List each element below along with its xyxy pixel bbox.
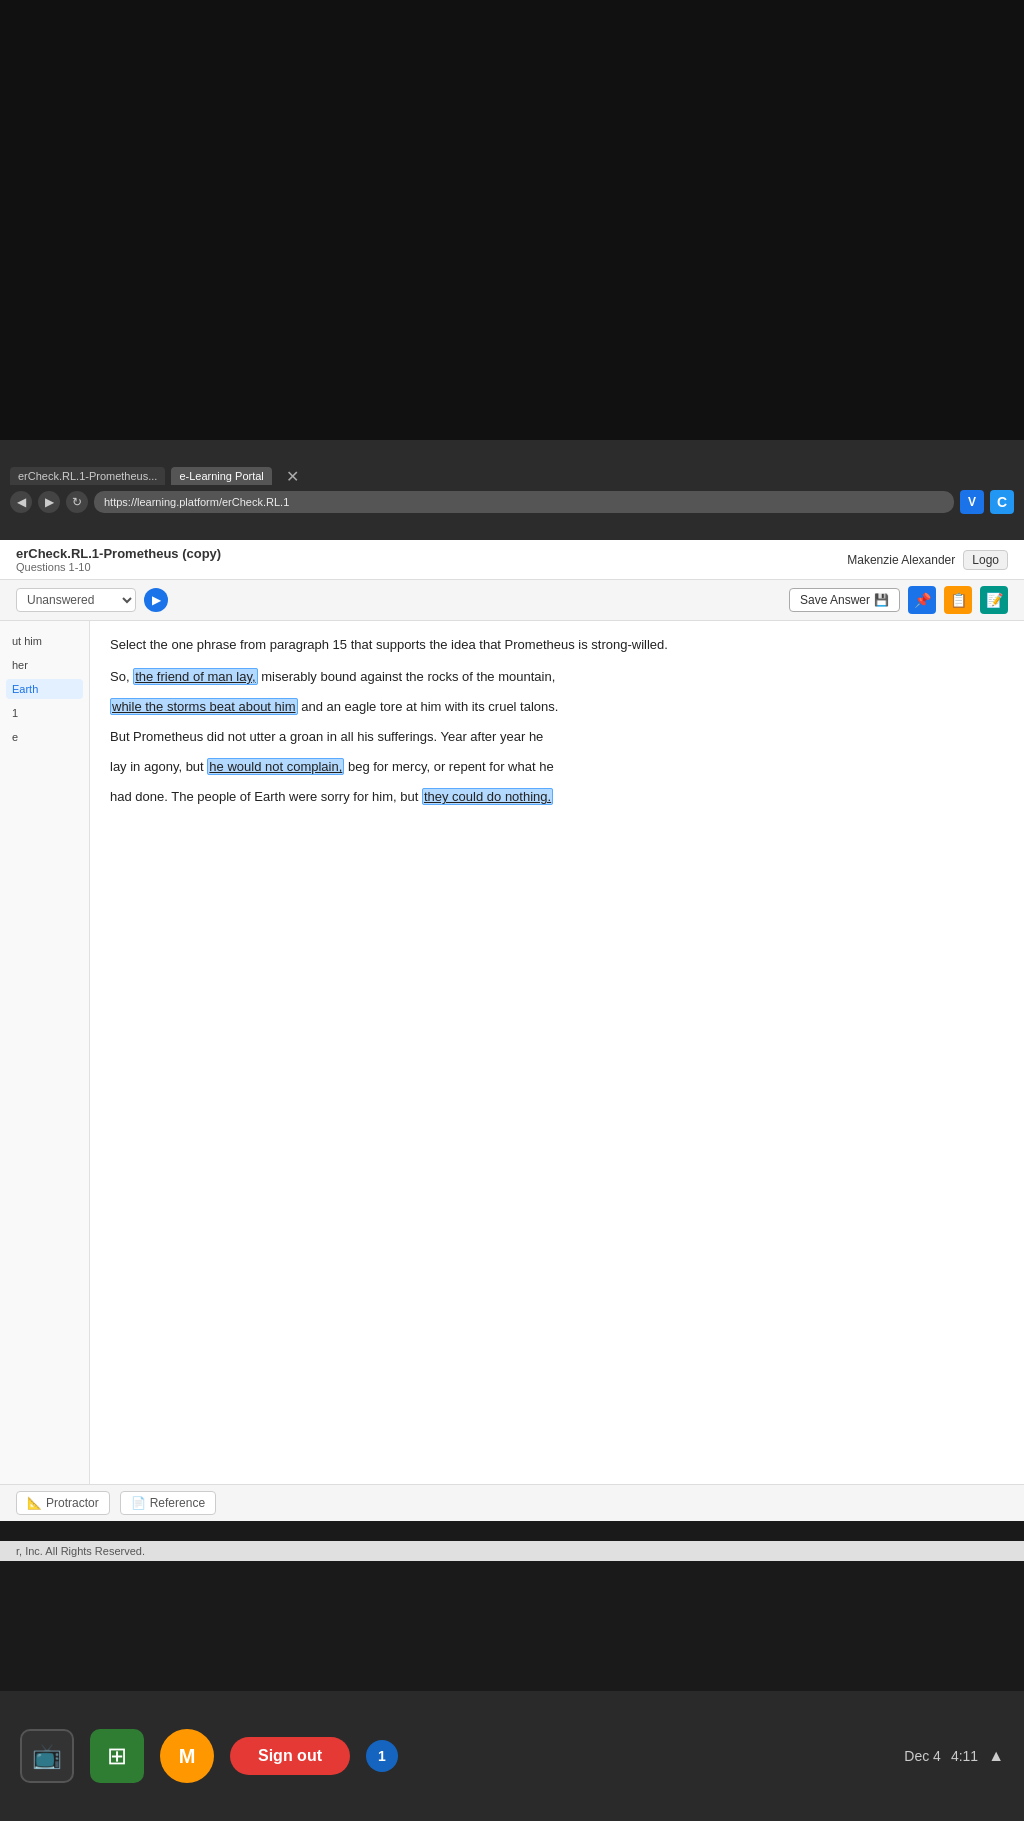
notes-button[interactable]: 📝	[980, 586, 1008, 614]
passage-text: So, the friend of man lay, miserably bou…	[110, 666, 1004, 808]
phrase-friend-of-man[interactable]: the friend of man lay,	[133, 668, 257, 685]
reference-label: Reference	[150, 1496, 205, 1510]
refresh-button[interactable]: ↻	[66, 491, 88, 513]
content-area: ut him her Earth 1 e Select the one phra…	[0, 621, 1024, 1492]
footer: r, Inc. All Rights Reserved.	[0, 1541, 1024, 1561]
taskbar-inner: 📺 ⊞ M Sign out 1 Dec 4 4:11 ▲	[0, 1691, 1024, 1821]
reference-icon: 📄	[131, 1496, 146, 1510]
tab-label-2: e-Learning Portal	[179, 470, 263, 482]
passage-word-eagle: and an eagle tore at him with its cruel …	[301, 699, 558, 714]
browser-toolbar: ◀ ▶ ↻ V C	[10, 490, 1014, 514]
browser-chrome: erCheck.RL.1-Prometheus... e-Learning Po…	[0, 440, 1024, 540]
address-bar[interactable]	[94, 491, 954, 513]
grid-icon: ⊞	[107, 1742, 127, 1770]
protractor-button[interactable]: 📐 Protractor	[16, 1491, 110, 1515]
user-name: Makenzie Alexander	[847, 553, 955, 567]
passage-sentence-2: while the storms beat about him and an e…	[110, 696, 1004, 718]
taskbar: 📺 ⊞ M Sign out 1 Dec 4 4:11 ▲	[0, 1561, 1024, 1821]
laptop-bezel	[0, 0, 1024, 440]
app-user-area: Makenzie Alexander Logo	[847, 550, 1008, 570]
user-avatar: M	[160, 1729, 214, 1783]
phrase-storms-beat[interactable]: while the storms beat about him	[110, 698, 298, 715]
browser-tab-bar: erCheck.RL.1-Prometheus... e-Learning Po…	[10, 467, 1014, 486]
notification-badge: 1	[366, 1740, 398, 1772]
sidebar-item-1[interactable]: 1	[6, 703, 83, 723]
save-answer-label: Save Answer	[800, 593, 870, 607]
protractor-label: Protractor	[46, 1496, 99, 1510]
avatar-initial: M	[179, 1745, 196, 1768]
phrase-would-not-complain[interactable]: he would not complain,	[207, 758, 344, 775]
forward-button[interactable]: ▶	[38, 491, 60, 513]
app-container: erCheck.RL.1-Prometheus (copy) Questions…	[0, 540, 1024, 1521]
taskbar-icon-tv[interactable]: 📺	[20, 1729, 74, 1783]
wifi-icon: ▲	[988, 1747, 1004, 1765]
protractor-icon: 📐	[27, 1496, 42, 1510]
sidebar-item-uthim[interactable]: ut him	[6, 631, 83, 651]
left-sidebar: ut him her Earth 1 e	[0, 621, 90, 1492]
flag-button[interactable]: 📋	[944, 586, 972, 614]
tools-bar: 📐 Protractor 📄 Reference	[0, 1484, 1024, 1521]
system-time: 4:11	[951, 1748, 978, 1764]
logo-button[interactable]: Logo	[963, 550, 1008, 570]
extension-c-icon[interactable]: C	[990, 490, 1014, 514]
tab-label-1: erCheck.RL.1-Prometheus...	[18, 470, 157, 482]
sidebar-item-her[interactable]: her	[6, 655, 83, 675]
back-button[interactable]: ◀	[10, 491, 32, 513]
filter-bar: Unanswered ▶ Save Answer 💾 📌 📋 📝	[0, 580, 1024, 621]
system-time-area: Dec 4 4:11 ▲	[904, 1747, 1004, 1765]
phrase-could-do-nothing[interactable]: they could do nothing.	[422, 788, 553, 805]
filter-play-button[interactable]: ▶	[144, 588, 168, 612]
app-title-area: erCheck.RL.1-Prometheus (copy) Questions…	[16, 546, 221, 573]
copyright-text: r, Inc. All Rights Reserved.	[16, 1545, 145, 1557]
passage-word-so: So,	[110, 669, 133, 684]
taskbar-icon-green-grid[interactable]: ⊞	[90, 1729, 144, 1783]
tab-close-icon[interactable]: ✕	[286, 467, 299, 486]
system-date: Dec 4	[904, 1748, 941, 1764]
sidebar-item-e[interactable]: e	[6, 727, 83, 747]
app-subtitle: Questions 1-10	[16, 561, 221, 573]
save-icon: 💾	[874, 593, 889, 607]
browser-tab-2[interactable]: e-Learning Portal	[171, 467, 271, 485]
passage-sentence-5: had done. The people of Earth were sorry…	[110, 786, 1004, 808]
passage-sentence-3: But Prometheus did not utter a groan in …	[110, 726, 1004, 748]
tv-icon: 📺	[32, 1742, 62, 1770]
passage-word-miserably: miserably bound against the rocks of the…	[261, 669, 555, 684]
main-reading-area: Select the one phrase from paragraph 15 …	[90, 621, 1024, 1492]
sign-out-button[interactable]: Sign out	[230, 1737, 350, 1775]
app-header: erCheck.RL.1-Prometheus (copy) Questions…	[0, 540, 1024, 580]
question-instruction: Select the one phrase from paragraph 15 …	[110, 637, 1004, 652]
sidebar-item-earth[interactable]: Earth	[6, 679, 83, 699]
browser-tab-1[interactable]: erCheck.RL.1-Prometheus...	[10, 467, 165, 485]
passage-sentence-1: So, the friend of man lay, miserably bou…	[110, 666, 1004, 688]
reference-button[interactable]: 📄 Reference	[120, 1491, 216, 1515]
extension-v-icon[interactable]: V	[960, 490, 984, 514]
bookmark-button[interactable]: 📌	[908, 586, 936, 614]
passage-sentence-4: lay in agony, but he would not complain,…	[110, 756, 1004, 778]
app-title: erCheck.RL.1-Prometheus (copy)	[16, 546, 221, 561]
save-answer-button[interactable]: Save Answer 💾	[789, 588, 900, 612]
status-filter-select[interactable]: Unanswered	[16, 588, 136, 612]
